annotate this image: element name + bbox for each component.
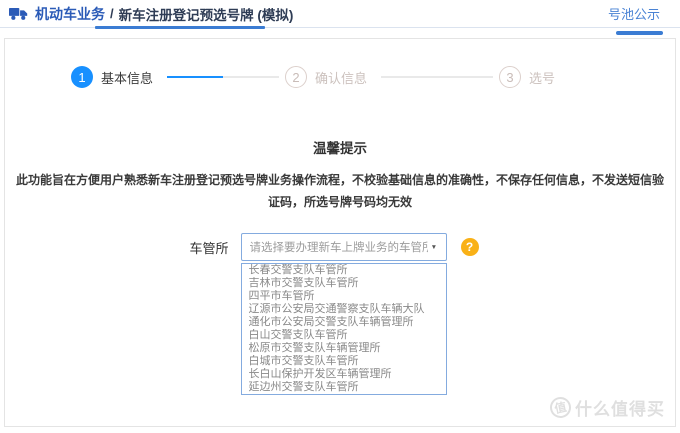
step-3-label: 选号 [529, 68, 555, 87]
smzdm-badge-icon: 值 [548, 395, 573, 420]
office-form-row: 车管所 请选择要办理新车上牌业务的车管所 ▼ 长春交警支队车管所吉林市交警支队车… [0, 233, 669, 261]
truck-icon [9, 6, 28, 21]
dropdown-option[interactable]: 吉林市交警支队车管所 [242, 277, 446, 290]
dropdown-option[interactable]: 白城市交警支队车管所 [242, 355, 446, 368]
step-basic-info: 1 基本信息 [71, 66, 161, 88]
step-confirm-info: 2 确认信息 [285, 66, 375, 88]
step-2-circle: 2 [285, 66, 307, 88]
office-select-placeholder: 请选择要办理新车上牌业务的车管所 [250, 239, 428, 255]
number-pool-link[interactable]: 号池公示 [608, 4, 660, 23]
step-select-number: 3 选号 [499, 66, 563, 88]
office-select[interactable]: 请选择要办理新车上牌业务的车管所 ▼ [241, 233, 447, 261]
breadcrumb-separator: / [110, 6, 114, 21]
watermark-text: 什么值得买 [575, 395, 665, 420]
step-3-circle: 3 [499, 66, 521, 88]
help-icon[interactable]: ? [461, 238, 479, 256]
dropdown-option[interactable]: 辽源市公安局交通警察支队车辆大队 [242, 303, 446, 316]
dropdown-option[interactable]: 长白山保护开发区车辆管理所 [242, 368, 446, 381]
breadcrumb-motor-vehicle[interactable]: 机动车业务 [35, 4, 105, 24]
header: 机动车业务 / 新车注册登记预选号牌 (模拟) 号池公示 [0, 0, 680, 28]
scrollbar-thumb[interactable] [616, 31, 663, 35]
step-1-label: 基本信息 [101, 68, 153, 87]
chevron-down-icon: ▼ [430, 243, 437, 251]
step-connector-1 [167, 76, 279, 78]
step-connector-2 [381, 76, 493, 78]
active-tab-underline [95, 26, 265, 29]
office-dropdown: 长春交警支队车管所吉林市交警支队车管所四平市车管所辽源市公安局交通警察支队车辆大… [241, 263, 447, 395]
notice-body: 此功能旨在方便用户熟悉新车注册登记预选号牌业务操作流程，不校验基础信息的准确性，… [5, 169, 675, 213]
page: 机动车业务 / 新车注册登记预选号牌 (模拟) 号池公示 1 基本信息 2 确认… [0, 0, 680, 433]
main-panel: 1 基本信息 2 确认信息 3 选号 温馨提示 此功能旨在方便用户熟悉新车注册登… [4, 38, 676, 427]
dropdown-option[interactable]: 松原市交警支队车辆管理所 [242, 342, 446, 355]
breadcrumb-current-page: 新车注册登记预选号牌 (模拟) [119, 4, 294, 24]
dropdown-option[interactable]: 通化市公安局交警支队车辆管理所 [242, 316, 446, 329]
watermark: 值 什么值得买 [550, 395, 665, 420]
step-2-label: 确认信息 [315, 68, 367, 87]
stepper: 1 基本信息 2 确认信息 3 选号 [5, 66, 675, 88]
step-1-circle: 1 [71, 66, 93, 88]
dropdown-option[interactable]: 白山交警支队车管所 [242, 329, 446, 342]
dropdown-option[interactable]: 长春交警支队车管所 [242, 264, 446, 277]
dropdown-option[interactable]: 延边州交警支队车管所 [242, 381, 446, 394]
office-label: 车管所 [189, 238, 228, 257]
office-select-wrap: 请选择要办理新车上牌业务的车管所 ▼ 长春交警支队车管所吉林市交警支队车管所四平… [241, 233, 447, 261]
notice-title: 温馨提示 [5, 137, 675, 157]
dropdown-option[interactable]: 四平市车管所 [242, 290, 446, 303]
